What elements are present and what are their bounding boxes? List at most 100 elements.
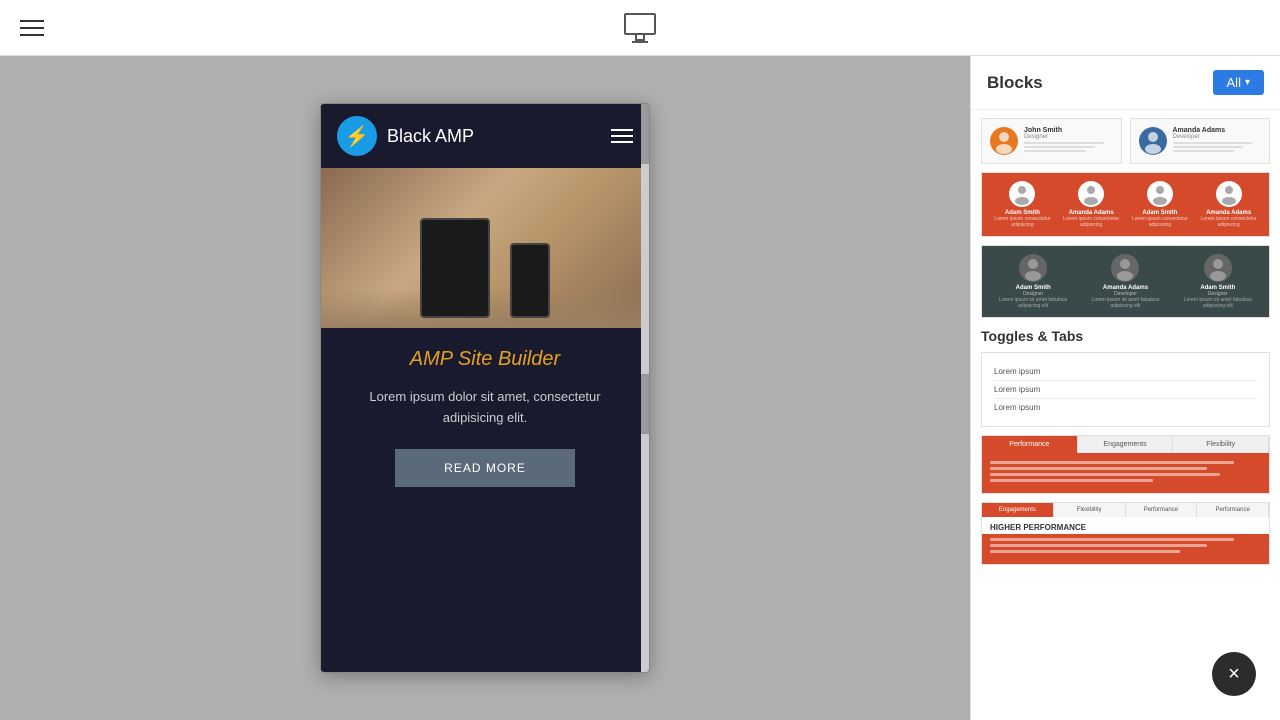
right-sidebar: Blocks All ▾ [970, 56, 1280, 720]
menu-line-2 [20, 27, 44, 29]
red-avatar-2 [1147, 181, 1173, 207]
red-team-item-1: Amanda Adams Lorem ipsum consectetur adi… [1059, 181, 1124, 228]
monitor-icon[interactable] [624, 13, 656, 43]
mobile-content: AMP Site Builder Lorem ipsum dolor sit a… [321, 328, 649, 507]
phone-device [510, 243, 550, 318]
mobile-header: ⚡ Black AMP [321, 104, 649, 168]
dark-team-item-2: Adam Smith Designer Lorem ipsum sit amet… [1175, 254, 1261, 309]
dropdown-arrow-icon: ▾ [1245, 77, 1250, 88]
dark-desc-1: Lorem ipsum sit amet fabulous adipiscing… [1082, 297, 1168, 309]
toggle-label-1: Lorem ipsum [994, 385, 1257, 394]
content-line [990, 544, 1207, 547]
dark-desc-0: Lorem ipsum sit amet fabulous adipiscing… [990, 297, 1076, 309]
sidebar-title: Blocks [987, 73, 1043, 93]
content-line [990, 538, 1234, 541]
hero-title: AMP Site Builder [341, 348, 629, 371]
avatar-john [990, 127, 1018, 155]
tab-dark-engagements[interactable]: Engagements [982, 503, 1054, 517]
hw-line-2 [611, 135, 633, 137]
content-line [990, 467, 1207, 470]
sidebar-header: Blocks All ▾ [971, 56, 1280, 110]
content-line [990, 473, 1220, 476]
red-desc-3: Lorem ipsum consectetur adipiscing [1196, 216, 1261, 228]
dark-desc-2: Lorem ipsum sit amet fabulous adipiscing… [1175, 297, 1261, 309]
avatar-amanda [1139, 127, 1167, 155]
main-content: ⚡ Black AMP AMP Si [0, 56, 1280, 720]
monitor-screen [624, 13, 656, 35]
all-filter-button[interactable]: All ▾ [1213, 70, 1264, 95]
toggle-item-0: Lorem ipsum [994, 363, 1257, 381]
hw-line-1 [611, 129, 633, 131]
desc-line [1024, 146, 1095, 148]
red-team-item-0: Adam Smith Lorem ipsum consectetur adipi… [990, 181, 1055, 228]
desc-line [1024, 142, 1104, 144]
tabs-content-red [982, 453, 1269, 493]
team-2col-block: John Smith Designer [981, 118, 1270, 164]
desc-line [1173, 146, 1244, 148]
sidebar-scroll-area[interactable]: John Smith Designer [971, 110, 1280, 720]
tab-flexibility[interactable]: Flexibility [1173, 436, 1269, 453]
toggle-block[interactable]: Lorem ipsum Lorem ipsum Lorem ipsum [981, 352, 1270, 427]
tabs-block-red[interactable]: Performance Engagements Flexibility [981, 435, 1270, 494]
red-team-item-3: Amanda Adams Lorem ipsum consectetur adi… [1196, 181, 1261, 228]
hw-line-3 [611, 141, 633, 143]
tab-dark-extra[interactable]: Performance [1197, 503, 1269, 517]
team-card-john[interactable]: John Smith Designer [981, 118, 1122, 164]
top-bar [0, 0, 1280, 56]
team-role-amanda: Developer [1173, 134, 1262, 140]
dark-avatar-2 [1204, 254, 1232, 282]
toggle-label-2: Lorem ipsum [994, 403, 1257, 412]
read-more-button[interactable]: READ MORE [395, 449, 575, 487]
dark-team-block[interactable]: Adam Smith Designer Lorem ipsum sit amet… [981, 245, 1270, 318]
mobile-logo: ⚡ Black AMP [337, 116, 474, 156]
scrollbar-thumb-mid [641, 374, 649, 434]
monitor-base [632, 41, 648, 43]
mobile-preview-frame: ⚡ Black AMP AMP Si [320, 103, 650, 673]
hero-description: Lorem ipsum dolor sit amet, consectetur … [341, 387, 629, 429]
tabs-header-dark: Engagements Flexibility Performance Perf… [982, 503, 1269, 517]
phone-devices [420, 218, 550, 318]
content-line [990, 461, 1234, 464]
toggle-item-1: Lorem ipsum [994, 381, 1257, 399]
dark-avatar-1 [1111, 254, 1139, 282]
mobile-hero-image [321, 168, 649, 328]
dark-avatar-0 [1019, 254, 1047, 282]
dark-team-item-1: Amanda Adams Developer Lorem ipsum sit a… [1082, 254, 1168, 309]
red-avatar-1 [1078, 181, 1104, 207]
content-line [990, 550, 1180, 553]
tab-dark-performance[interactable]: Performance [1126, 503, 1198, 517]
red-team-item-2: Adam Smith Lorem ipsum consectetur adipi… [1128, 181, 1193, 228]
tabs-dark-title: HIGHER PERFORMANCE [982, 517, 1269, 534]
canvas-area: ⚡ Black AMP AMP Si [0, 56, 970, 720]
tab-engagements[interactable]: Engagements [1078, 436, 1174, 453]
red-desc-0: Lorem ipsum consectetur adipiscing [990, 216, 1055, 228]
dark-team-item-0: Adam Smith Designer Lorem ipsum sit amet… [990, 254, 1076, 309]
red-avatar-3 [1216, 181, 1242, 207]
red-team-block[interactable]: Adam Smith Lorem ipsum consectetur adipi… [981, 172, 1270, 237]
tablet-device [420, 218, 490, 318]
scrollbar-thumb-top [641, 104, 649, 164]
menu-line-3 [20, 34, 44, 36]
lightning-icon: ⚡ [345, 124, 370, 149]
team-card-amanda[interactable]: Amanda Adams Developer [1130, 118, 1271, 164]
red-desc-1: Lorem ipsum consectetur adipiscing [1059, 216, 1124, 228]
toggle-label-0: Lorem ipsum [994, 367, 1257, 376]
all-btn-label: All [1227, 75, 1241, 90]
close-button[interactable]: × [1212, 652, 1256, 696]
mobile-menu-icon[interactable] [611, 129, 633, 143]
tabs-header-red: Performance Engagements Flexibility [982, 436, 1269, 453]
tab-performance[interactable]: Performance [982, 436, 1078, 453]
tabs-dark-content [982, 534, 1269, 564]
desc-line [1024, 150, 1086, 152]
red-desc-2: Lorem ipsum consectetur adipiscing [1128, 216, 1193, 228]
logo-text: Black AMP [387, 126, 474, 147]
tab-dark-flexibility[interactable]: Flexibility [1054, 503, 1126, 517]
menu-button[interactable] [20, 20, 44, 36]
content-line [990, 479, 1153, 482]
logo-circle: ⚡ [337, 116, 377, 156]
tabs-block-dark[interactable]: Engagements Flexibility Performance Perf… [981, 502, 1270, 565]
menu-line-1 [20, 20, 44, 22]
toggle-item-2: Lorem ipsum [994, 399, 1257, 416]
mobile-scrollbar[interactable] [641, 104, 649, 672]
team-name-amanda: Amanda Adams [1173, 127, 1262, 134]
